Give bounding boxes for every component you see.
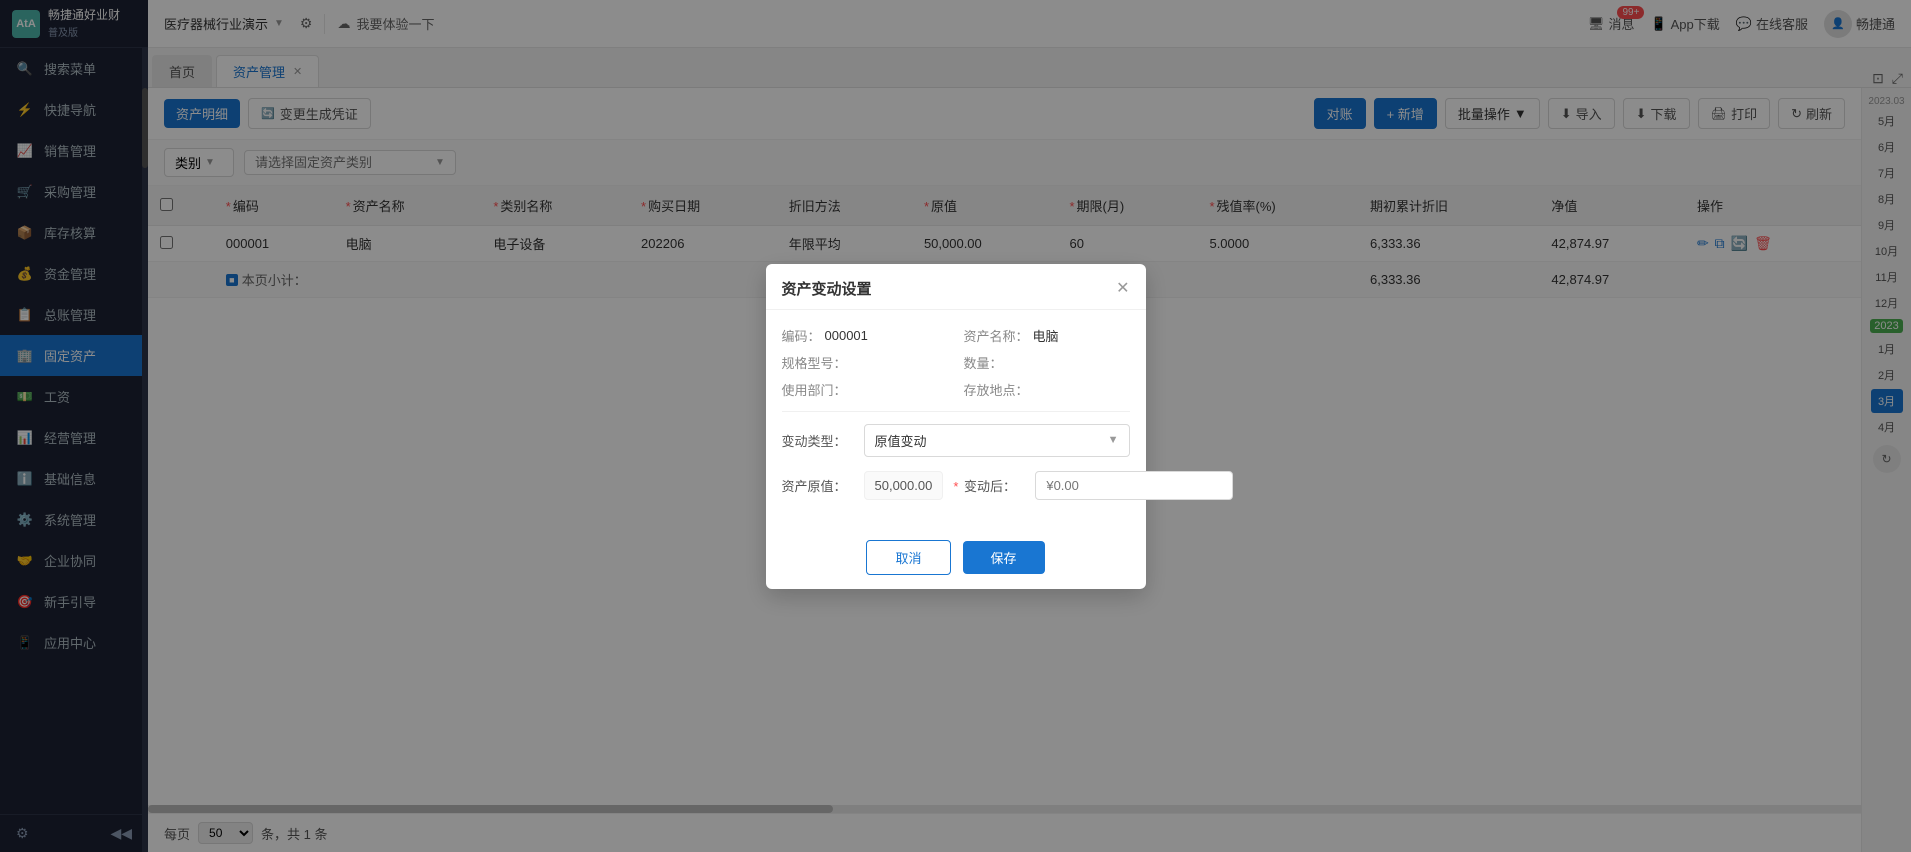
modal-original-value-label: 资产原值：	[782, 476, 854, 495]
modal-header: 资产变动设置 ✕	[766, 264, 1146, 310]
modal-divider	[782, 411, 1130, 412]
modal-change-type-label: 变动类型：	[782, 431, 854, 450]
modal-select-arrow-icon: ▼	[1108, 434, 1119, 446]
modal-name-value: 电脑	[1033, 326, 1059, 345]
modal-value-row: 资产原值： 50,000.00 * 变动后：	[782, 471, 1130, 500]
modal-body: 编码： 000001 资产名称： 电脑 规格型号： 数量： 使用部门：	[766, 310, 1146, 530]
modal-change-type-row: 变动类型： 原值变动 ▼	[782, 424, 1130, 457]
modal-code-item: 编码： 000001	[782, 326, 948, 345]
modal-spec-item: 规格型号：	[782, 353, 948, 372]
modal-change-type-value: 原值变动	[875, 431, 927, 450]
modal-quantity-item: 数量：	[964, 353, 1130, 372]
asset-change-modal: 资产变动设置 ✕ 编码： 000001 资产名称： 电脑 规格型号： 数量：	[766, 264, 1146, 589]
modal-required-mark: *	[953, 479, 958, 494]
modal-save-btn[interactable]: 保存	[963, 541, 1045, 574]
modal-overlay: 资产变动设置 ✕ 编码： 000001 资产名称： 电脑 规格型号： 数量：	[0, 0, 1911, 852]
modal-cancel-btn[interactable]: 取消	[866, 540, 950, 575]
modal-location-label: 存放地点：	[964, 380, 1029, 399]
modal-dept-item: 使用部门：	[782, 380, 948, 399]
modal-quantity-label: 数量：	[964, 353, 1003, 372]
modal-close-btn[interactable]: ✕	[1116, 278, 1129, 298]
modal-after-label-text: 变动后：	[964, 479, 1016, 494]
modal-change-type-select[interactable]: 原值变动 ▼	[864, 424, 1130, 457]
modal-spec-label: 规格型号：	[782, 353, 847, 372]
modal-after-input[interactable]	[1035, 471, 1233, 500]
modal-after-label: * 变动后：	[953, 476, 1025, 495]
modal-title: 资产变动设置	[782, 278, 872, 299]
modal-dept-label: 使用部门：	[782, 380, 847, 399]
modal-code-value: 000001	[825, 328, 868, 343]
modal-code-label: 编码：	[782, 326, 821, 345]
modal-location-item: 存放地点：	[964, 380, 1130, 399]
modal-name-item: 资产名称： 电脑	[964, 326, 1130, 345]
modal-info-grid: 编码： 000001 资产名称： 电脑 规格型号： 数量： 使用部门：	[782, 326, 1130, 399]
modal-name-label: 资产名称：	[964, 326, 1029, 345]
modal-footer: 取消 保存	[766, 530, 1146, 589]
modal-original-value-display: 50,000.00	[864, 471, 944, 500]
